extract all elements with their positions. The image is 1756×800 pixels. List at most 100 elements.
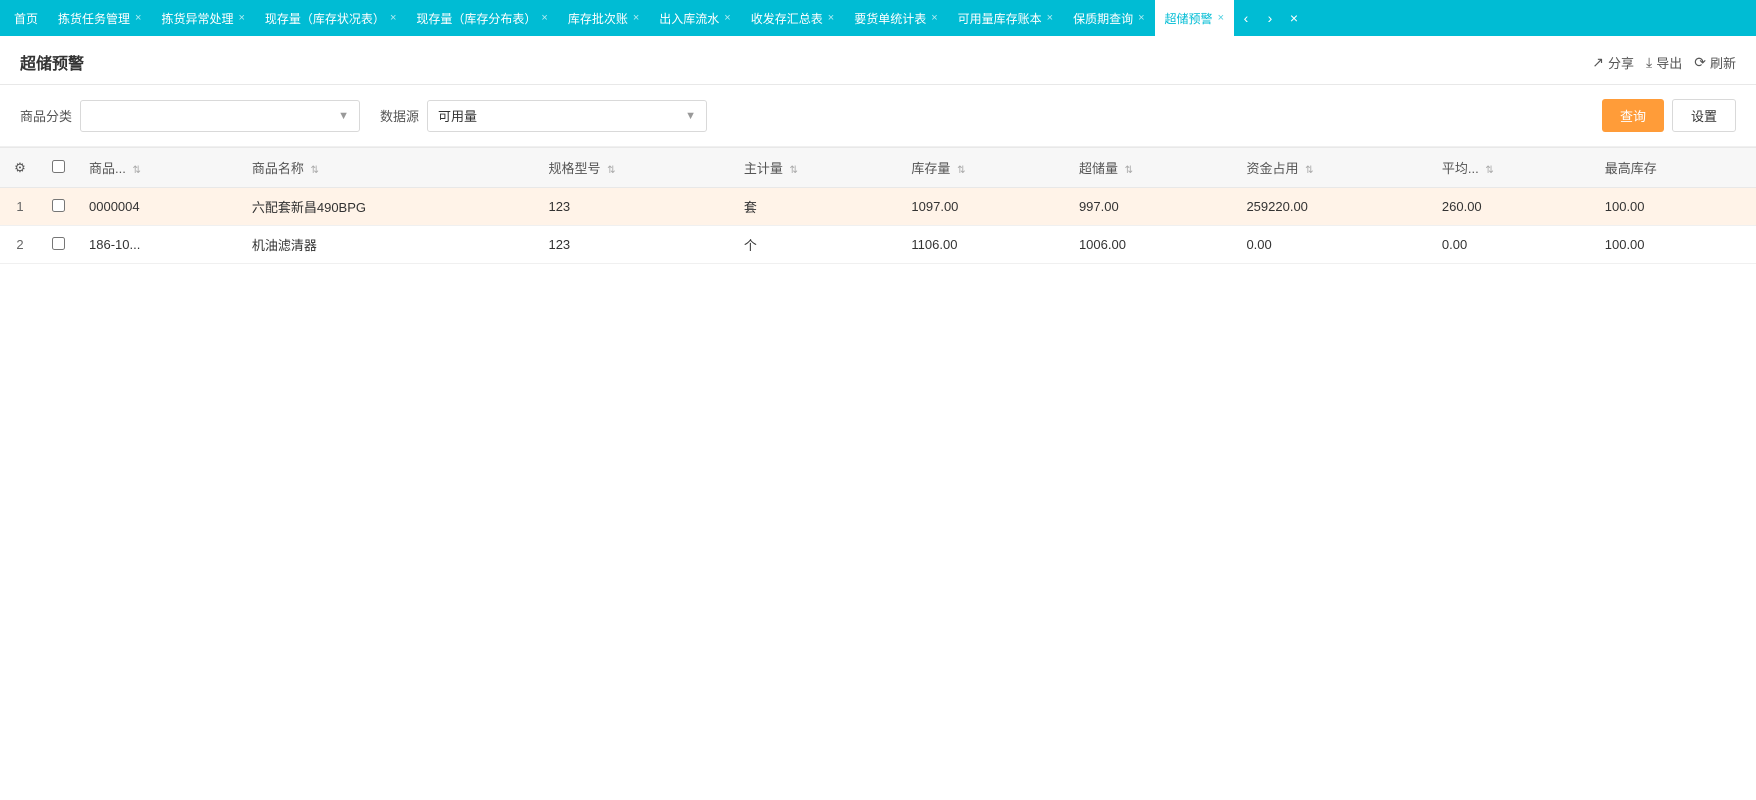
nav-item-3[interactable]: 现存量（库存状况表） × xyxy=(255,0,406,36)
settings-button[interactable]: 设置 xyxy=(1672,99,1736,132)
close-icon[interactable]: × xyxy=(724,12,730,24)
nav-item-1[interactable]: 拣货任务管理 × xyxy=(48,0,151,36)
datasource-select[interactable]: 可用量 ▼ xyxy=(427,100,707,132)
row-product-code: 186-10... xyxy=(77,226,240,264)
gear-icon[interactable]: ⚙ xyxy=(14,160,26,175)
col-label: 主计量 xyxy=(744,161,783,176)
nav-item-6[interactable]: 出入库流水 × xyxy=(649,0,740,36)
nav-bar: 首页 拣货任务管理 × 拣货异常处理 × 现存量（库存状况表） × 现存量（库存… xyxy=(0,0,1756,36)
page-header: 超储预警 ↗ 分享 ⤓ 导出 ⟳ 刷新 xyxy=(0,36,1756,85)
col-product-code[interactable]: 商品... ⇅ xyxy=(77,148,240,188)
sort-icon: ⇅ xyxy=(790,165,798,176)
row-stock: 1106.00 xyxy=(899,226,1067,264)
nav-arrow-left[interactable]: ‹ xyxy=(1234,0,1258,36)
nav-item-label: 首页 xyxy=(14,10,38,27)
chevron-down-icon: ▼ xyxy=(338,110,349,122)
close-icon[interactable]: × xyxy=(1047,12,1053,24)
nav-item-label: 收发存汇总表 xyxy=(751,10,823,27)
col-spec[interactable]: 规格型号 ⇅ xyxy=(536,148,731,188)
refresh-button[interactable]: ⟳ 刷新 xyxy=(1694,53,1736,72)
sort-icon: ⇅ xyxy=(1305,165,1313,176)
table-area: ⚙ 商品... ⇅ 商品名称 ⇅ 规格型号 ⇅ xyxy=(0,147,1756,264)
row-spec: 123 xyxy=(536,226,731,264)
nav-item-label: 拣货异常处理 xyxy=(161,10,233,27)
row-over-stock: 997.00 xyxy=(1067,188,1235,226)
row-stock: 1097.00 xyxy=(899,188,1067,226)
col-over-stock[interactable]: 超储量 ⇅ xyxy=(1067,148,1235,188)
sort-icon: ⇅ xyxy=(311,165,319,176)
filter-group-datasource: 数据源 可用量 ▼ xyxy=(380,100,707,132)
close-icon[interactable]: × xyxy=(1218,12,1224,24)
row-checkbox[interactable] xyxy=(52,199,65,212)
close-icon[interactable]: × xyxy=(238,12,244,24)
row-product-code: 0000004 xyxy=(77,188,240,226)
row-unit: 套 xyxy=(732,188,900,226)
table-row: 1 0000004 六配套新昌490BPG 123 套 1097.00 997.… xyxy=(0,188,1756,226)
checkbox-column-header xyxy=(40,148,77,188)
data-table: ⚙ 商品... ⇅ 商品名称 ⇅ 规格型号 ⇅ xyxy=(0,147,1756,264)
nav-item-2[interactable]: 拣货异常处理 × xyxy=(151,0,254,36)
row-product-name: 六配套新昌490BPG xyxy=(240,188,537,226)
close-icon[interactable]: × xyxy=(633,12,639,24)
row-product-name: 机油滤清器 xyxy=(240,226,537,264)
nav-item-label: 保质期查询 xyxy=(1073,10,1133,27)
gear-column-header: ⚙ xyxy=(0,148,40,188)
nav-item-7[interactable]: 收发存汇总表 × xyxy=(741,0,844,36)
sort-icon: ⇅ xyxy=(607,165,615,176)
nav-item-10[interactable]: 保质期查询 × xyxy=(1063,0,1154,36)
row-checkbox[interactable] xyxy=(52,237,65,250)
query-button[interactable]: 查询 xyxy=(1602,99,1664,132)
share-icon: ↗ xyxy=(1592,54,1604,71)
datasource-select-value: 可用量 xyxy=(438,106,477,125)
export-button[interactable]: ⤓ 导出 xyxy=(1646,53,1682,72)
filter-label-category: 商品分类 xyxy=(20,106,72,125)
sort-icon: ⇅ xyxy=(1485,165,1493,176)
col-stock[interactable]: 库存量 ⇅ xyxy=(899,148,1067,188)
col-product-name[interactable]: 商品名称 ⇅ xyxy=(240,148,537,188)
row-index: 1 xyxy=(0,188,40,226)
nav-item-5[interactable]: 库存批次账 × xyxy=(558,0,649,36)
sort-icon: ⇅ xyxy=(132,165,140,176)
page-wrapper: 超储预警 ↗ 分享 ⤓ 导出 ⟳ 刷新 商品分类 ▼ 数据源 xyxy=(0,36,1756,800)
close-icon[interactable]: × xyxy=(390,12,396,24)
nav-arrow-right[interactable]: › xyxy=(1258,0,1282,36)
col-max-stock[interactable]: 最高库存 xyxy=(1593,148,1756,188)
select-all-checkbox[interactable] xyxy=(52,160,65,173)
nav-item-label: 拣货任务管理 xyxy=(58,10,130,27)
category-select[interactable]: ▼ xyxy=(80,100,360,132)
row-spec: 123 xyxy=(536,188,731,226)
row-capital: 0.00 xyxy=(1234,226,1429,264)
row-over-stock: 1006.00 xyxy=(1067,226,1235,264)
close-icon[interactable]: × xyxy=(135,12,141,24)
nav-arrow-close[interactable]: × xyxy=(1282,0,1306,36)
nav-item-label: 要货单统计表 xyxy=(854,10,926,27)
export-label: 导出 xyxy=(1656,53,1682,72)
sort-icon: ⇅ xyxy=(1125,165,1133,176)
chevron-down-icon: ▼ xyxy=(685,110,696,122)
nav-item-8[interactable]: 要货单统计表 × xyxy=(844,0,947,36)
filter-group-category: 商品分类 ▼ xyxy=(20,100,360,132)
close-icon[interactable]: × xyxy=(828,12,834,24)
col-capital[interactable]: 资金占用 ⇅ xyxy=(1234,148,1429,188)
sort-icon: ⇅ xyxy=(957,165,965,176)
refresh-icon: ⟳ xyxy=(1694,54,1706,71)
nav-item-label: 超储预警 xyxy=(1165,10,1213,27)
col-unit[interactable]: 主计量 ⇅ xyxy=(732,148,900,188)
nav-item-9[interactable]: 可用量库存账本 × xyxy=(948,0,1063,36)
filter-buttons: 查询 设置 xyxy=(1602,99,1736,132)
close-icon[interactable]: × xyxy=(541,12,547,24)
close-icon[interactable]: × xyxy=(1138,12,1144,24)
nav-item-4[interactable]: 现存量（库存分布表） × xyxy=(406,0,557,36)
row-checkbox-cell xyxy=(40,188,77,226)
nav-item-home[interactable]: 首页 xyxy=(4,0,48,36)
nav-item-label: 出入库流水 xyxy=(659,10,719,27)
share-button[interactable]: ↗ 分享 xyxy=(1592,53,1634,72)
col-label: 最高库存 xyxy=(1605,161,1657,176)
row-max-stock: 100.00 xyxy=(1593,226,1756,264)
filter-label-datasource: 数据源 xyxy=(380,106,419,125)
header-actions: ↗ 分享 ⤓ 导出 ⟳ 刷新 xyxy=(1592,53,1736,72)
col-avg[interactable]: 平均... ⇅ xyxy=(1430,148,1593,188)
close-icon[interactable]: × xyxy=(931,12,937,24)
page-title: 超储预警 xyxy=(20,50,84,74)
nav-item-active[interactable]: 超储预警 × xyxy=(1155,0,1234,36)
